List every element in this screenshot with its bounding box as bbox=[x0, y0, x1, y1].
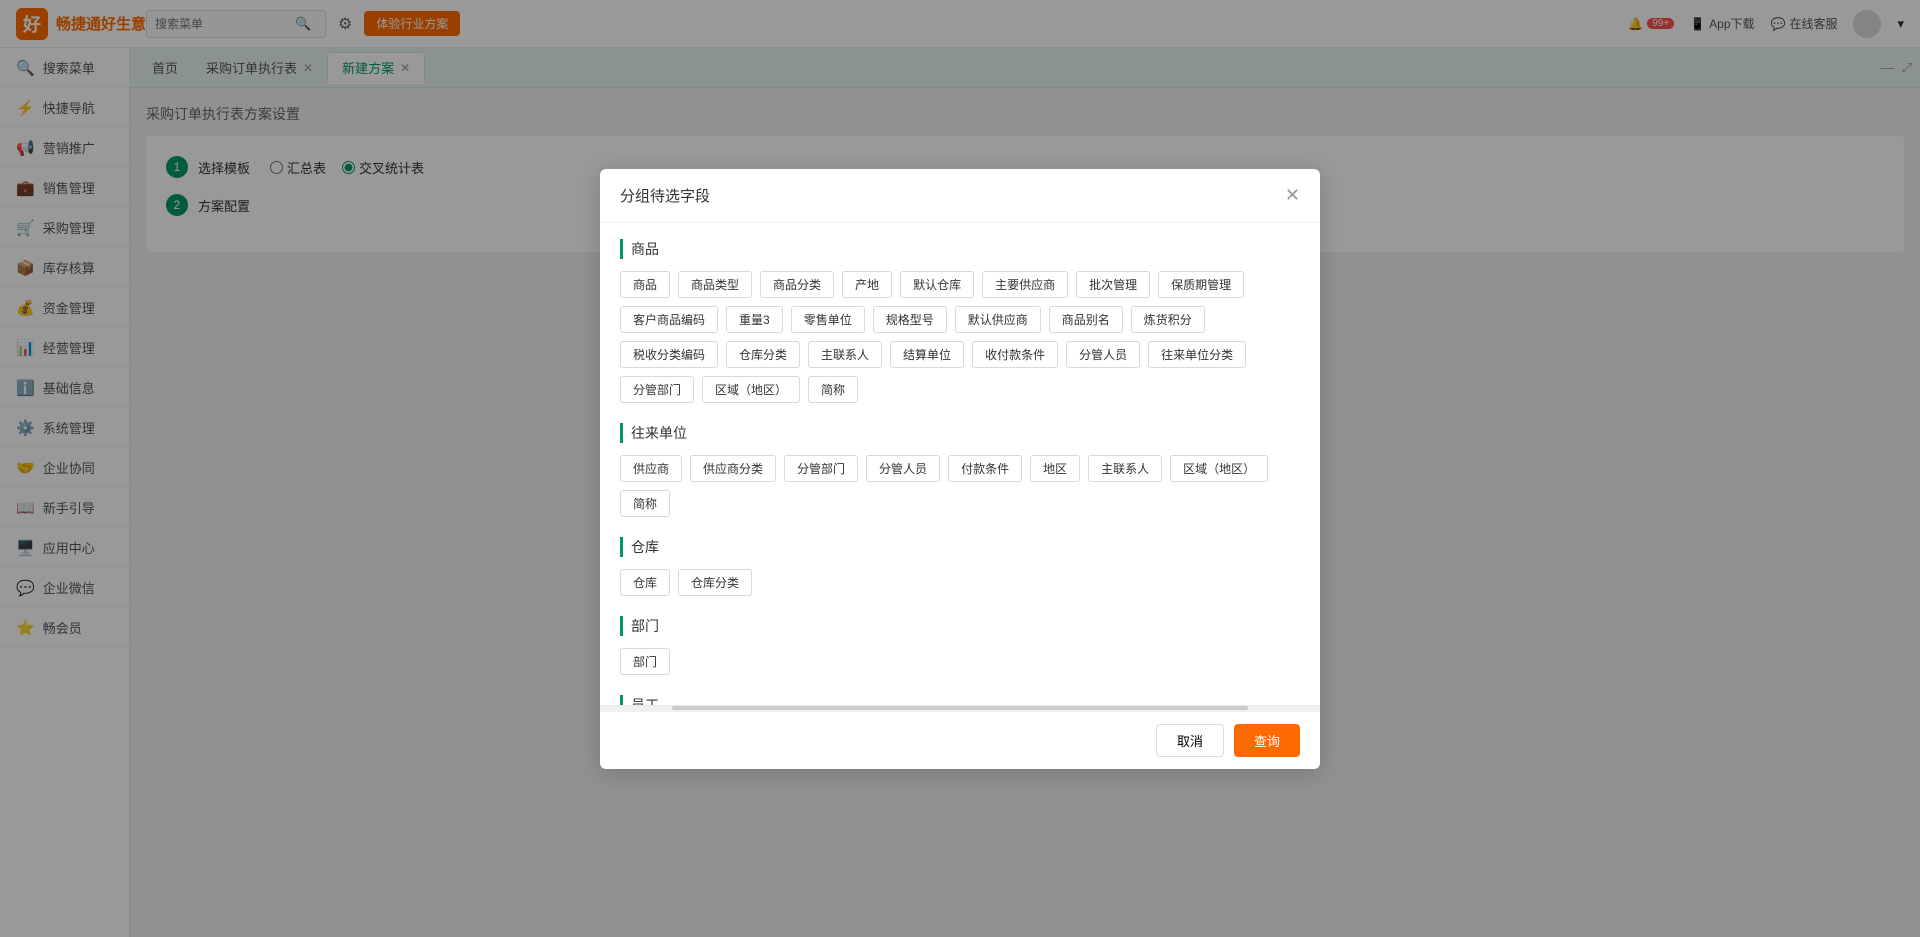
field-tag-partner-payment[interactable]: 付款条件 bbox=[948, 455, 1022, 482]
field-tag-partner-area[interactable]: 区域（地区） bbox=[1170, 455, 1268, 482]
field-tag-goods-custcode[interactable]: 客户商品编码 bbox=[620, 306, 718, 333]
goods-section-title: 商品 bbox=[620, 239, 1300, 259]
department-field-tags: 部门 bbox=[620, 648, 1300, 675]
warehouse-field-tags: 仓库 仓库分类 bbox=[620, 569, 1300, 596]
field-tag-goods-manager[interactable]: 分管人员 bbox=[1066, 341, 1140, 368]
field-tag-goods-batch[interactable]: 批次管理 bbox=[1076, 271, 1150, 298]
field-tag-goods-abbr[interactable]: 简称 bbox=[808, 376, 858, 403]
field-tag-goods-region[interactable]: 区域（地区） bbox=[702, 376, 800, 403]
field-tag-goods-origin[interactable]: 产地 bbox=[842, 271, 892, 298]
modal-footer: 取消 查询 bbox=[600, 711, 1320, 769]
field-tag-warehouse-name[interactable]: 仓库 bbox=[620, 569, 670, 596]
modal-body[interactable]: 商品 商品 商品类型 商品分类 产地 默认仓库 主要供应商 批次管理 保质期管理… bbox=[600, 223, 1320, 705]
field-tag-goods-alias[interactable]: 商品别名 bbox=[1049, 306, 1123, 333]
modal-close-button[interactable]: ✕ bbox=[1285, 185, 1300, 206]
field-tag-partner-region[interactable]: 地区 bbox=[1030, 455, 1080, 482]
field-section-goods: 商品 商品 商品类型 商品分类 产地 默认仓库 主要供应商 批次管理 保质期管理… bbox=[620, 239, 1300, 403]
confirm-button[interactable]: 查询 bbox=[1234, 724, 1300, 757]
field-tag-dept-name[interactable]: 部门 bbox=[620, 648, 670, 675]
field-tag-goods-settlement[interactable]: 结算单位 bbox=[890, 341, 964, 368]
cancel-button[interactable]: 取消 bbox=[1156, 724, 1224, 757]
modal-header: 分组待选字段 ✕ bbox=[600, 169, 1320, 223]
field-tag-goods-retail-unit[interactable]: 零售单位 bbox=[791, 306, 865, 333]
department-section-title: 部门 bbox=[620, 616, 1300, 636]
field-tag-goods-product[interactable]: 商品 bbox=[620, 271, 670, 298]
field-tag-goods-spec[interactable]: 规格型号 bbox=[873, 306, 947, 333]
partner-field-tags: 供应商 供应商分类 分管部门 分管人员 付款条件 地区 主联系人 区域（地区） … bbox=[620, 455, 1300, 517]
warehouse-section-title: 仓库 bbox=[620, 537, 1300, 557]
field-section-warehouse: 仓库 仓库 仓库分类 bbox=[620, 537, 1300, 596]
employee-section-title: 员工 bbox=[620, 695, 1300, 705]
field-tag-goods-default-supplier[interactable]: 默认供应商 bbox=[955, 306, 1041, 333]
field-tag-partner-manager[interactable]: 分管人员 bbox=[866, 455, 940, 482]
field-tag-goods-points[interactable]: 炼货积分 bbox=[1131, 306, 1205, 333]
field-tag-goods-warehouse[interactable]: 默认仓库 bbox=[900, 271, 974, 298]
modal-title: 分组待选字段 bbox=[620, 185, 710, 206]
field-tag-goods-tax[interactable]: 税收分类编码 bbox=[620, 341, 718, 368]
field-tag-goods-expire[interactable]: 保质期管理 bbox=[1158, 271, 1244, 298]
partner-section-title: 往来单位 bbox=[620, 423, 1300, 443]
field-tag-goods-warehouse-cat[interactable]: 仓库分类 bbox=[726, 341, 800, 368]
field-tag-partner-contact[interactable]: 主联系人 bbox=[1088, 455, 1162, 482]
field-tag-warehouse-cat[interactable]: 仓库分类 bbox=[678, 569, 752, 596]
field-section-partner: 往来单位 供应商 供应商分类 分管部门 分管人员 付款条件 地区 主联系人 区域… bbox=[620, 423, 1300, 517]
field-section-department: 部门 部门 bbox=[620, 616, 1300, 675]
field-tag-goods-weight3[interactable]: 重量3 bbox=[726, 306, 783, 333]
field-tag-partner-dept[interactable]: 分管部门 bbox=[784, 455, 858, 482]
goods-field-tags: 商品 商品类型 商品分类 产地 默认仓库 主要供应商 批次管理 保质期管理 客户… bbox=[620, 271, 1300, 403]
field-tag-partner-abbr[interactable]: 简称 bbox=[620, 490, 670, 517]
field-tag-goods-dept[interactable]: 分管部门 bbox=[620, 376, 694, 403]
field-tag-goods-contact[interactable]: 主联系人 bbox=[808, 341, 882, 368]
field-tag-goods-supplier[interactable]: 主要供应商 bbox=[982, 271, 1068, 298]
field-tag-goods-type[interactable]: 商品类型 bbox=[678, 271, 752, 298]
field-tag-partner-supplier-cat[interactable]: 供应商分类 bbox=[690, 455, 776, 482]
field-tag-goods-partner-cat[interactable]: 往来单位分类 bbox=[1148, 341, 1246, 368]
field-section-employee: 员工 业务员 bbox=[620, 695, 1300, 705]
field-tag-partner-supplier[interactable]: 供应商 bbox=[620, 455, 682, 482]
field-tag-goods-payment[interactable]: 收付款条件 bbox=[972, 341, 1058, 368]
modal-field-select: 分组待选字段 ✕ 商品 商品 商品类型 商品分类 产地 默认仓库 主要供应商 批… bbox=[600, 169, 1320, 769]
field-tag-goods-category[interactable]: 商品分类 bbox=[760, 271, 834, 298]
